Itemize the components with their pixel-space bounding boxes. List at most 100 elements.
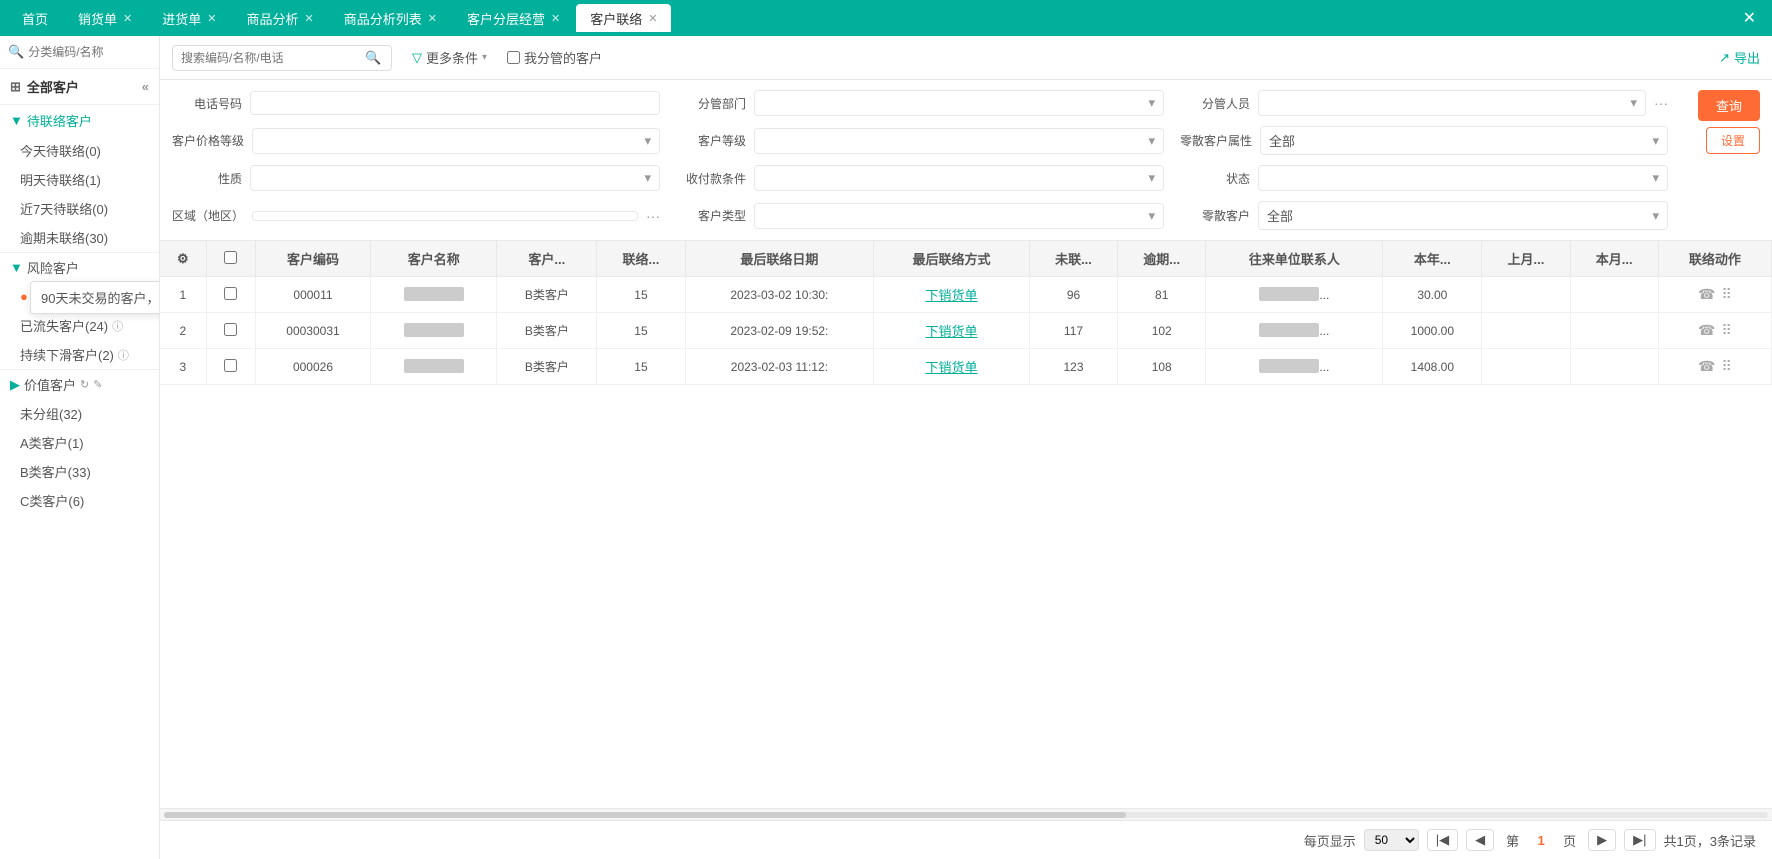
prev-page-btn[interactable]: ◀ (1466, 829, 1494, 851)
next-page-btn[interactable]: ▶ (1588, 829, 1616, 851)
info-icon: ⓘ (112, 318, 123, 334)
collapse-icon[interactable]: « (142, 79, 149, 94)
tab-sales[interactable]: 销货单 ✕ (64, 4, 146, 32)
sidebar-group-pending[interactable]: ▼ 待联络客户 (0, 105, 159, 136)
tab-analysis-list[interactable]: 商品分析列表 ✕ (330, 4, 451, 32)
tab-customer-contact[interactable]: 客户联络 ✕ (576, 4, 671, 32)
my-customers-wrap: 我分管的客户 (507, 48, 602, 67)
sidebar-group-value[interactable]: ▶ 价值客户 ↻ ✎ (0, 369, 159, 399)
phone-input[interactable] (250, 91, 660, 115)
tab-customer-tier[interactable]: 客户分层经营 ✕ (453, 4, 574, 32)
total-info: 共1页，3条记录 (1664, 831, 1756, 850)
tab-analysis[interactable]: 商品分析 ✕ (232, 4, 327, 32)
chevron-down-icon: ▾ (1652, 208, 1659, 224)
search-icon[interactable]: 🔍 (365, 50, 381, 66)
filter-customer-type: 客户类型 ▾ (676, 201, 1164, 230)
row-uncontact: 123 (1029, 349, 1117, 385)
sidebar-all-customers[interactable]: ⊞ 全部客户 « (0, 69, 159, 105)
search-input[interactable] (181, 51, 361, 65)
status-select[interactable]: ▾ (1258, 165, 1668, 191)
sidebar-item-churn-lost[interactable]: 已流失客户(24) ⓘ (0, 311, 159, 340)
row-checkbox[interactable] (206, 349, 255, 385)
close-icon[interactable]: ✕ (123, 12, 132, 25)
tab-purchase[interactable]: 进货单 ✕ (148, 4, 230, 32)
row-last-date: 2023-03-02 10:30: (685, 277, 874, 313)
price-tier-select[interactable]: ▾ (252, 128, 660, 154)
filter-toolbar: 🔍 ▽ 更多条件 ▾ 我分管的客户 ↗ 导出 (160, 36, 1772, 80)
row-last-method[interactable]: 下销货单 (874, 313, 1030, 349)
row-checkbox[interactable] (206, 313, 255, 349)
close-icon[interactable]: ✕ (428, 12, 437, 25)
my-customers-checkbox[interactable] (507, 51, 520, 64)
per-page-select[interactable]: 50 100 (1364, 829, 1419, 851)
more-icon[interactable]: ··· (1654, 95, 1668, 111)
close-icon[interactable]: ✕ (648, 12, 657, 25)
more-action-icon[interactable]: ⠿ (1721, 322, 1731, 339)
close-icon[interactable]: ✕ (207, 12, 216, 25)
refresh-icon[interactable]: ↻ (80, 378, 89, 391)
table-row: 1000011 B类客户152023-03-02 10:30:下销货单9681 … (160, 277, 1772, 313)
chevron-down-icon: ▾ (644, 133, 651, 149)
close-icon[interactable]: ✕ (551, 12, 560, 25)
first-page-btn[interactable]: |◀ (1427, 829, 1458, 851)
settings-button[interactable]: 设置 (1706, 127, 1760, 154)
nature-select[interactable]: ▾ (250, 165, 660, 191)
sidebar-search-input[interactable] (28, 45, 160, 59)
sidebar-group-churn[interactable]: ▼ 风险客户 (0, 252, 159, 282)
more-action-icon[interactable]: ⠿ (1721, 286, 1731, 303)
contact-icon[interactable]: ☎ (1698, 358, 1715, 375)
horizontal-scrollbar[interactable] (160, 808, 1772, 820)
close-icon[interactable]: ✕ (305, 12, 314, 25)
manager-select[interactable]: ▾ (1258, 90, 1646, 116)
sidebar-item-class-a[interactable]: A类客户(1) (0, 428, 159, 457)
col-contact-person: 往来单位联系人 (1206, 241, 1383, 277)
row-last-month (1482, 349, 1570, 385)
settings-icon[interactable]: ⚙ (177, 251, 189, 266)
col-settings[interactable]: ⚙ (160, 241, 206, 277)
table-container: ⚙ 客户编码 客户名称 客户... 联络... 最后联络日期 最后联络方式 未联… (160, 241, 1772, 808)
tab-home[interactable]: 首页 (8, 4, 62, 32)
page-label2: 页 (1559, 831, 1580, 850)
more-conditions-btn[interactable]: ▽ 更多条件 ▾ (404, 44, 495, 71)
filter-customer-tier: 客户等级 ▾ (676, 126, 1164, 155)
more-action-icon[interactable]: ⠿ (1721, 358, 1731, 375)
row-checkbox[interactable] (206, 277, 255, 313)
sidebar-item-class-c[interactable]: C类客户(6) (0, 486, 159, 515)
customer-type-label: 客户类型 (676, 207, 746, 224)
row-last-month (1482, 313, 1570, 349)
select-all-checkbox[interactable] (224, 251, 237, 264)
export-btn[interactable]: ↗ 导出 (1719, 48, 1760, 67)
row-last-method[interactable]: 下销货单 (874, 277, 1030, 313)
table-row: 200030031 B类客户152023-02-09 19:52:下销货单117… (160, 313, 1772, 349)
contact-icon[interactable]: ☎ (1698, 286, 1715, 303)
sparse-customer-select[interactable]: 全部 ▾ (1258, 201, 1668, 230)
sidebar-item-overdue[interactable]: 逾期未联络(30) (0, 223, 159, 252)
sidebar-item-unclassified[interactable]: 未分组(32) (0, 399, 159, 428)
row-this-month (1570, 313, 1658, 349)
sidebar-item-class-b[interactable]: B类客户(33) (0, 457, 159, 486)
sidebar-item-tomorrow[interactable]: 明天待联络(1) (0, 165, 159, 194)
close-all-icon[interactable]: ✕ (1735, 8, 1764, 28)
scrollbar-thumb[interactable] (164, 812, 1126, 818)
dept-select[interactable]: ▾ (754, 90, 1164, 116)
customer-type-select[interactable]: ▾ (754, 203, 1164, 229)
filter-region: 区域（地区） ··· (172, 201, 660, 230)
more-icon[interactable]: ··· (646, 208, 660, 224)
customer-tier-select[interactable]: ▾ (754, 128, 1164, 154)
edit-icon[interactable]: ✎ (93, 378, 102, 391)
filter-status: 状态 ▾ (1180, 165, 1668, 191)
sidebar-item-7days[interactable]: 近7天待联络(0) (0, 194, 159, 223)
col-checkbox (206, 241, 255, 277)
row-contact-person: ... (1206, 277, 1383, 313)
sidebar-item-churn-decline[interactable]: 持续下滑客户(2) ⓘ (0, 340, 159, 369)
sparse-attr-select[interactable]: 全部 ▾ (1260, 126, 1668, 155)
region-select[interactable] (252, 211, 638, 221)
sidebar-item-today[interactable]: 今天待联络(0) (0, 136, 159, 165)
last-page-btn[interactable]: ▶| (1624, 829, 1655, 851)
query-button[interactable]: 查询 (1698, 90, 1760, 121)
payment-select[interactable]: ▾ (754, 165, 1164, 191)
chevron-down-icon: ▾ (1652, 133, 1659, 149)
row-last-method[interactable]: 下销货单 (874, 349, 1030, 385)
contact-icon[interactable]: ☎ (1698, 322, 1715, 339)
action-panel: 查询 设置 (1680, 90, 1760, 230)
